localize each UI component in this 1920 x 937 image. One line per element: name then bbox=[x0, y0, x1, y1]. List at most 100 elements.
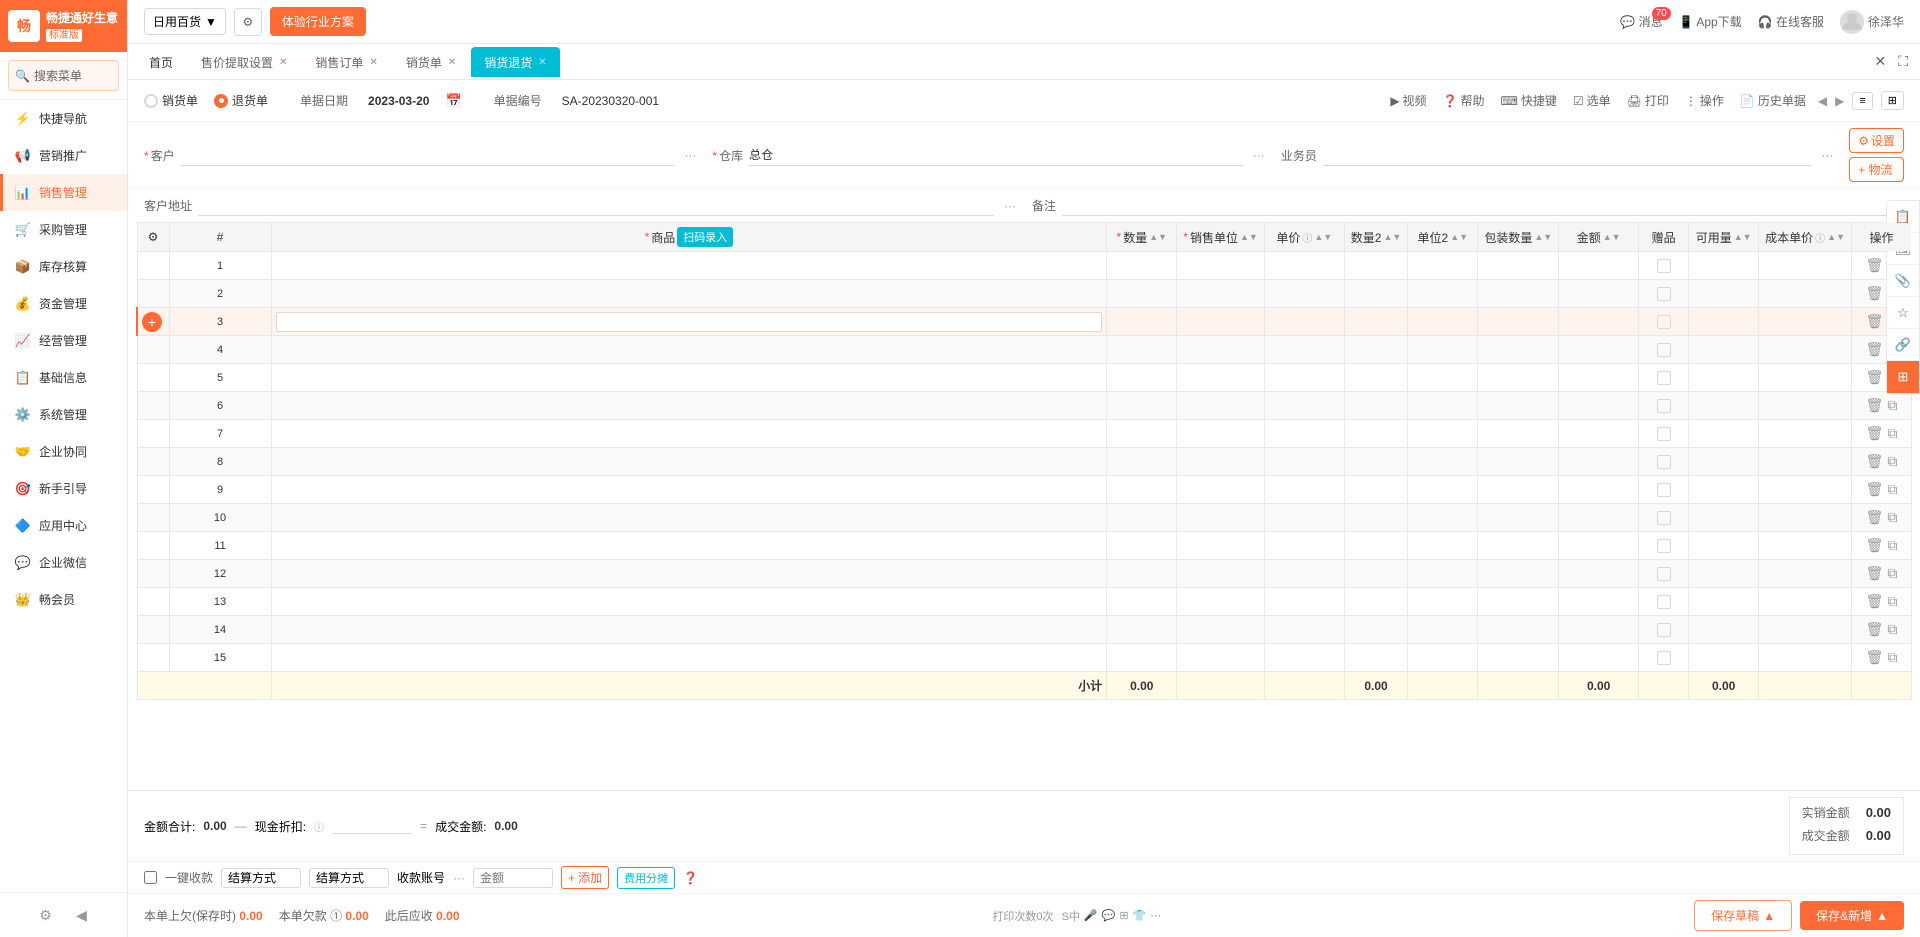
unit-cell[interactable] bbox=[1177, 504, 1265, 532]
avail-cell[interactable] bbox=[1689, 616, 1759, 644]
unit2-cell[interactable] bbox=[1408, 336, 1478, 364]
next-record-button[interactable]: ▶ bbox=[1835, 94, 1844, 108]
prev-record-button[interactable]: ◀ bbox=[1818, 94, 1827, 108]
settings-bottom-button[interactable]: ⚙ bbox=[32, 901, 60, 929]
unit-cell[interactable] bbox=[1177, 280, 1265, 308]
qty2-cell[interactable] bbox=[1344, 476, 1408, 504]
cost-sort[interactable]: ▲▼ bbox=[1827, 232, 1845, 242]
cost-cell[interactable] bbox=[1759, 532, 1852, 560]
product-cell[interactable] bbox=[271, 532, 1107, 560]
product-cell[interactable] bbox=[271, 560, 1107, 588]
qty2-cell[interactable] bbox=[1344, 616, 1408, 644]
price-cell[interactable] bbox=[1264, 336, 1344, 364]
copy-row-button[interactable]: ⧉ bbox=[1887, 593, 1897, 610]
amount-cell[interactable] bbox=[1559, 448, 1639, 476]
operation-action[interactable]: ⋮ 操作 bbox=[1681, 90, 1728, 111]
cost-cell[interactable] bbox=[1759, 420, 1852, 448]
unit2-cell[interactable] bbox=[1408, 560, 1478, 588]
copy-row-button[interactable]: ⧉ bbox=[1887, 509, 1897, 526]
qty2-cell[interactable] bbox=[1344, 392, 1408, 420]
gift-cell[interactable] bbox=[1639, 336, 1689, 364]
pkg-cell[interactable] bbox=[1478, 560, 1559, 588]
qty2-cell[interactable] bbox=[1344, 560, 1408, 588]
cost-cell[interactable] bbox=[1759, 644, 1852, 672]
pkg-cell[interactable] bbox=[1478, 476, 1559, 504]
unit-cell[interactable] bbox=[1177, 420, 1265, 448]
qty-cell[interactable] bbox=[1107, 476, 1177, 504]
unit-cell[interactable] bbox=[1177, 308, 1265, 336]
gift-checkbox[interactable] bbox=[1657, 567, 1671, 581]
avail-cell[interactable] bbox=[1689, 280, 1759, 308]
product-cell[interactable] bbox=[271, 644, 1107, 672]
sidebar-item-marketing[interactable]: 📢 营销推广 bbox=[0, 137, 127, 174]
sidebar-item-basic[interactable]: 📋 基础信息 bbox=[0, 359, 127, 396]
delete-row-button[interactable]: 🗑 bbox=[1866, 285, 1884, 302]
scan-input-button[interactable]: 扫码录入 bbox=[677, 227, 733, 247]
amount-cell[interactable] bbox=[1559, 336, 1639, 364]
column-settings[interactable]: ⚙ bbox=[137, 223, 169, 252]
qty-cell[interactable] bbox=[1107, 252, 1177, 280]
pkg-cell[interactable] bbox=[1478, 448, 1559, 476]
unit2-cell[interactable] bbox=[1408, 476, 1478, 504]
qty2-cell[interactable] bbox=[1344, 308, 1408, 336]
cost-cell[interactable] bbox=[1759, 504, 1852, 532]
price-cell[interactable] bbox=[1264, 392, 1344, 420]
amount-cell[interactable] bbox=[1559, 308, 1639, 336]
product-cell[interactable] bbox=[271, 616, 1107, 644]
qty-cell[interactable] bbox=[1107, 308, 1177, 336]
qty-cell[interactable] bbox=[1107, 504, 1177, 532]
discount-info-icon[interactable]: ⓘ bbox=[314, 819, 324, 834]
gift-checkbox[interactable] bbox=[1657, 259, 1671, 273]
pkg-cell[interactable] bbox=[1478, 588, 1559, 616]
gift-checkbox[interactable] bbox=[1657, 651, 1671, 665]
settings-gear-button[interactable]: ⚙ bbox=[234, 8, 262, 36]
cost-cell[interactable] bbox=[1759, 336, 1852, 364]
cost-cell[interactable] bbox=[1759, 392, 1852, 420]
price-info-icon[interactable]: ⓘ bbox=[1302, 230, 1312, 245]
copy-row-button[interactable]: ⧉ bbox=[1887, 425, 1897, 442]
avail-cell[interactable] bbox=[1689, 532, 1759, 560]
delete-row-button[interactable]: 🗑 bbox=[1866, 481, 1884, 498]
tab-sales-return[interactable]: 销货退货 ✕ bbox=[471, 47, 559, 77]
price-cell[interactable] bbox=[1264, 532, 1344, 560]
product-cell[interactable] bbox=[271, 392, 1107, 420]
amount-cell[interactable] bbox=[1559, 420, 1639, 448]
unit2-cell[interactable] bbox=[1408, 392, 1478, 420]
unit-cell[interactable] bbox=[1177, 644, 1265, 672]
qty-cell[interactable] bbox=[1107, 560, 1177, 588]
payment-method-select[interactable]: 结算方式 bbox=[221, 868, 301, 888]
avail-sort[interactable]: ▲▼ bbox=[1734, 232, 1752, 242]
qty2-sort[interactable]: ▲▼ bbox=[1383, 232, 1401, 242]
add-payment-button[interactable]: + 添加 bbox=[561, 866, 609, 889]
qty2-cell[interactable] bbox=[1344, 336, 1408, 364]
breadcrumb-selector[interactable]: 日用百货 ▼ bbox=[144, 8, 226, 35]
price-sort[interactable]: ▲▼ bbox=[1314, 232, 1332, 242]
qty2-cell[interactable] bbox=[1344, 280, 1408, 308]
qty-cell[interactable] bbox=[1107, 392, 1177, 420]
tab-close-icon[interactable]: ✕ bbox=[279, 57, 287, 68]
product-cell[interactable] bbox=[271, 336, 1107, 364]
delete-row-button[interactable]: 🗑 bbox=[1866, 453, 1884, 470]
pkg-cell[interactable] bbox=[1478, 644, 1559, 672]
delete-row-button[interactable]: 🗑 bbox=[1866, 341, 1884, 358]
collapse-button[interactable]: ◀ bbox=[68, 901, 96, 929]
search-menu-button[interactable]: 🔍 搜索菜单 bbox=[8, 60, 119, 91]
qty2-cell[interactable] bbox=[1344, 504, 1408, 532]
gift-checkbox[interactable] bbox=[1657, 483, 1671, 497]
price-cell[interactable] bbox=[1264, 616, 1344, 644]
account-select[interactable]: 结算方式 bbox=[309, 868, 389, 888]
account-dots[interactable]: ··· bbox=[453, 871, 465, 885]
gift-cell[interactable] bbox=[1639, 588, 1689, 616]
list-view-button[interactable]: ≡ bbox=[1852, 92, 1872, 110]
avail-cell[interactable] bbox=[1689, 504, 1759, 532]
qty-cell[interactable] bbox=[1107, 280, 1177, 308]
amount-cell[interactable] bbox=[1559, 364, 1639, 392]
unit-cell[interactable] bbox=[1177, 252, 1265, 280]
unit2-cell[interactable] bbox=[1408, 448, 1478, 476]
qty-cell[interactable] bbox=[1107, 336, 1177, 364]
active-tool-button[interactable]: ⊞ bbox=[1887, 361, 1919, 393]
gift-cell[interactable] bbox=[1639, 616, 1689, 644]
pkg-cell[interactable] bbox=[1478, 364, 1559, 392]
delete-row-button[interactable]: 🗑 bbox=[1866, 369, 1884, 386]
tab-close-icon[interactable]: ✕ bbox=[448, 57, 456, 68]
